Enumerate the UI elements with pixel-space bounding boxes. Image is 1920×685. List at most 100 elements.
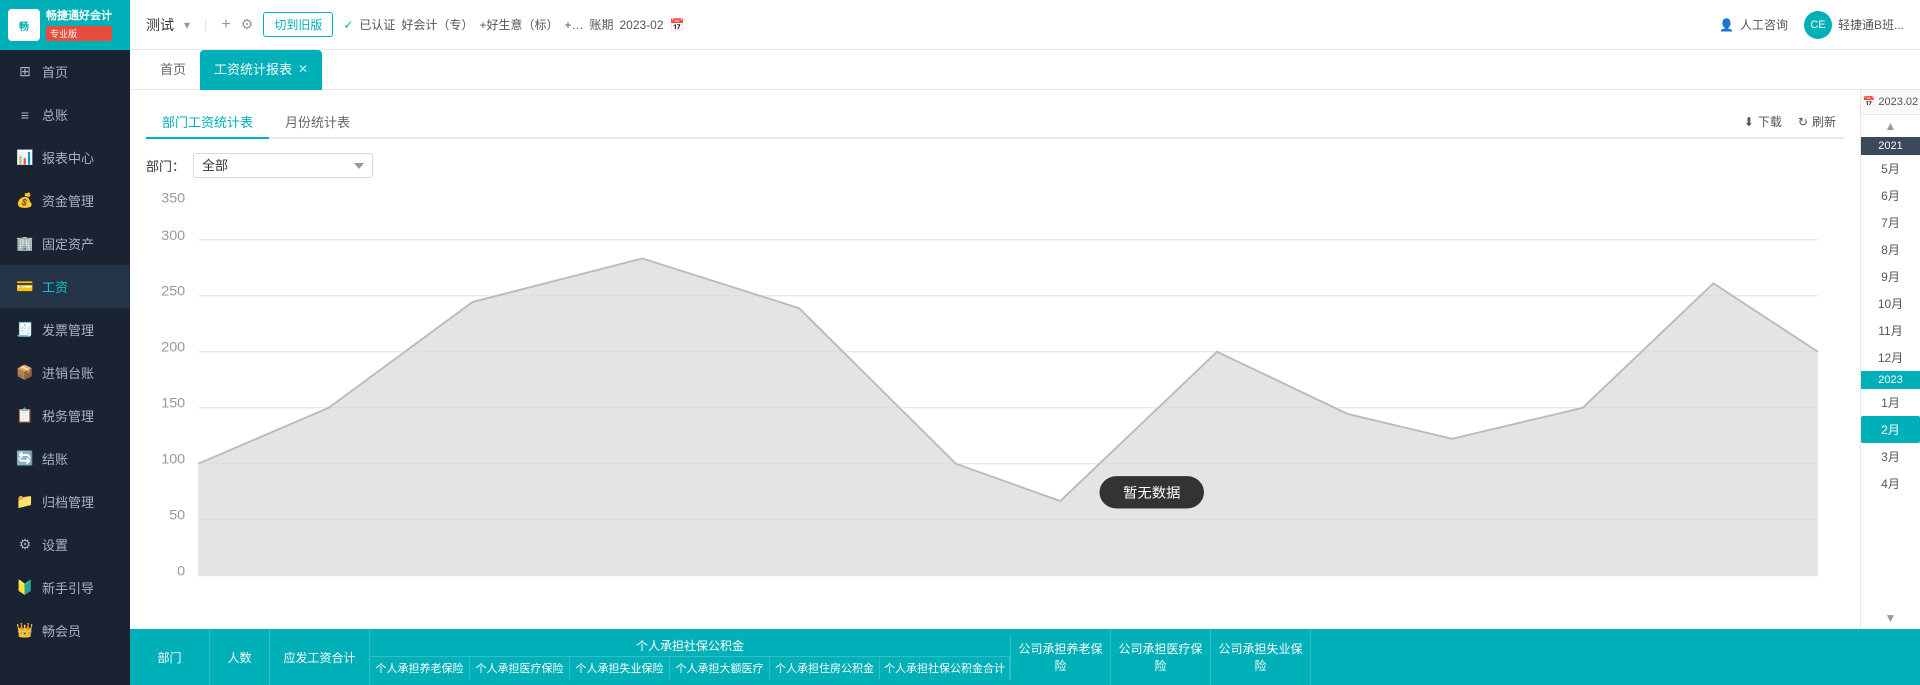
refresh-icon: ↻ [1798,115,1808,129]
help-button[interactable]: 👤 人工咨询 [1719,16,1788,33]
chart-fill [198,258,1818,575]
status-product1: 好会计（专） [401,16,473,33]
filter-bar: 部门： 全部 销售部 行政部 财务部 技术部 [146,153,1844,178]
chart-tooltip-text: 暂无数据 [1123,485,1180,501]
sidebar-item-label-reports: 报表中心 [42,148,94,167]
month-2023-4[interactable]: 4月 [1861,470,1920,497]
date-header: 📅 2023.02 [1861,90,1920,115]
sidebar-logo: 畅 畅捷通好会计 专业版 [0,0,130,50]
period-label: 账期 [589,16,613,33]
sidebar-item-guide[interactable]: 🔰 新手引导 [0,566,130,609]
topbar-status: ✓ 已认证 好会计（专） +好生意（标） +… 账期 2023-02 📅 [343,16,684,33]
switch-old-version-button[interactable]: 切到旧版 [263,12,333,37]
sidebar-item-archive[interactable]: 📁 归档管理 [0,480,130,523]
th-group-personal-cells: 个人承担养老保险 个人承担医疗保险 个人承担失业保险 个人承担大额医疗 个人承担… [370,657,1010,679]
sub-tab-dept[interactable]: 部门工资统计表 [146,106,269,139]
sub-tab-dept-label: 部门工资统计表 [162,115,253,130]
svg-text:300: 300 [161,227,185,243]
tab-salary-report-label: 工资统计报表 [214,59,292,78]
sidebar-item-purchase[interactable]: 📦 进销台账 [0,351,130,394]
topbar-sep-1: | [204,17,207,32]
th-personal-total: 个人承担社保公积金合计 [880,657,1010,679]
month-2021-10[interactable]: 10月 [1861,290,1920,317]
topbar-gear-icon[interactable]: ⚙ [241,16,254,33]
status-more: +… [564,18,583,32]
th-personal-bigmedical: 个人承担大额医疗 [670,657,770,679]
sidebar-item-settle[interactable]: 🔄 结账 [0,437,130,480]
month-2021-9[interactable]: 9月 [1861,263,1920,290]
svg-text:0: 0 [177,563,185,579]
reports-icon: 📊 [16,149,34,166]
archive-icon: 📁 [16,493,34,510]
th-personal-housing: 个人承担住房公积金 [770,657,880,679]
sidebar-item-label-invoice: 发票管理 [42,320,94,339]
refresh-button[interactable]: ↻ 刷新 [1790,106,1844,137]
topbar-dropdown-arrow[interactable]: ▾ [184,18,190,32]
sidebar-item-label-settle: 结账 [42,449,68,468]
user-profile[interactable]: CE 轻捷通B班... [1804,11,1904,39]
month-2021-7[interactable]: 7月 [1861,209,1920,236]
certified-icon: ✓ [343,18,353,32]
tab-close-icon[interactable]: ✕ [298,62,308,76]
content-main: 部门工资统计表 月份统计表 ⬇ 下载 ↻ 刷新 部门： [130,90,1860,629]
dept-select[interactable]: 全部 销售部 行政部 财务部 技术部 [193,153,373,178]
sidebar-item-settings[interactable]: ⚙ 设置 [0,523,130,566]
download-icon: ⬇ [1744,115,1754,129]
help-label: 人工咨询 [1740,16,1788,33]
th-company-unemployment: 公司承担失业保险 [1211,629,1311,685]
sidebar-item-label-home: 首页 [42,62,68,81]
th-personal-unemployment: 个人承担失业保险 [570,657,670,679]
th-company-pension: 公司承担养老保险 [1011,629,1111,685]
topbar-right: 👤 人工咨询 CE 轻捷通B班... [1719,11,1904,39]
period-value: 2023-02 [619,18,663,32]
content-area: 部门工资统计表 月份统计表 ⬇ 下载 ↻ 刷新 部门： [130,90,1920,629]
user-name: 轻捷通B班... [1838,16,1904,33]
sidebar-item-label-archive: 归档管理 [42,492,94,511]
sidebar-item-funds[interactable]: 💰 资金管理 [0,179,130,222]
sidebar-item-tax[interactable]: 📋 税务管理 [0,394,130,437]
month-2023-1[interactable]: 1月 [1861,389,1920,416]
sidebar-item-reports[interactable]: 📊 报表中心 [0,136,130,179]
sidebar-item-label-tax: 税务管理 [42,406,94,425]
filter-left: 部门： 全部 销售部 行政部 财务部 技术部 [146,153,373,178]
month-2021-8[interactable]: 8月 [1861,236,1920,263]
sidebar-item-label-member: 畅会员 [42,621,81,640]
settle-icon: 🔄 [16,450,34,467]
th-group-personal-label: 个人承担社保公积金 [370,635,1010,657]
month-2021-6[interactable]: 6月 [1861,182,1920,209]
download-button[interactable]: ⬇ 下载 [1736,106,1790,137]
sidebar-item-label-guide: 新手引导 [42,578,94,597]
month-2023-2[interactable]: 2月 [1861,416,1920,443]
sub-tab-monthly[interactable]: 月份统计表 [269,106,366,139]
sidebar-item-salary[interactable]: 💳 工资 [0,265,130,308]
month-2023-3[interactable]: 3月 [1861,443,1920,470]
th-dept: 部门 [130,629,210,685]
topbar-add-icon[interactable]: + [221,16,230,34]
year-2021-label: 2021 [1861,137,1920,155]
ledger-icon: ≡ [16,107,34,123]
sidebar-item-ledger[interactable]: ≡ 总账 [0,93,130,136]
sub-tabs: 部门工资统计表 月份统计表 ⬇ 下载 ↻ 刷新 [146,106,1844,139]
tab-home[interactable]: 首页 [146,50,200,90]
invoice-icon: 🧾 [16,321,34,338]
sidebar-item-label-purchase: 进销台账 [42,363,94,382]
sidebar-item-member[interactable]: 👑 畅会员 [0,609,130,652]
sidebar-item-assets[interactable]: 🏢 固定资产 [0,222,130,265]
date-nav-down[interactable]: ▼ [1861,607,1920,629]
tab-salary-report[interactable]: 工资统计报表 ✕ [200,50,322,90]
calendar-icon[interactable]: 📅 [670,18,685,32]
sidebar-item-home[interactable]: ⊞ 首页 [0,50,130,93]
tab-home-label: 首页 [160,59,186,78]
svg-text:200: 200 [161,339,185,355]
date-nav-up[interactable]: ▲ [1861,115,1920,137]
tax-icon: 📋 [16,407,34,424]
month-2021-12[interactable]: 12月 [1861,344,1920,371]
sidebar: 畅 畅捷通好会计 专业版 ⊞ 首页 ≡ 总账 📊 报表中心 💰 资金管理 🏢 固… [0,0,130,685]
month-2021-11[interactable]: 11月 [1861,317,1920,344]
sidebar-item-invoice[interactable]: 🧾 发票管理 [0,308,130,351]
month-list: 2021 5月 6月 7月 8月 9月 10月 11月 12月 2023 1月 … [1861,137,1920,607]
month-2021-5[interactable]: 5月 [1861,155,1920,182]
sidebar-nav: ⊞ 首页 ≡ 总账 📊 报表中心 💰 资金管理 🏢 固定资产 💳 工资 🧾 发票… [0,50,130,685]
status-product2: +好生意（标） [479,16,558,33]
th-headcount: 人数 [210,629,270,685]
